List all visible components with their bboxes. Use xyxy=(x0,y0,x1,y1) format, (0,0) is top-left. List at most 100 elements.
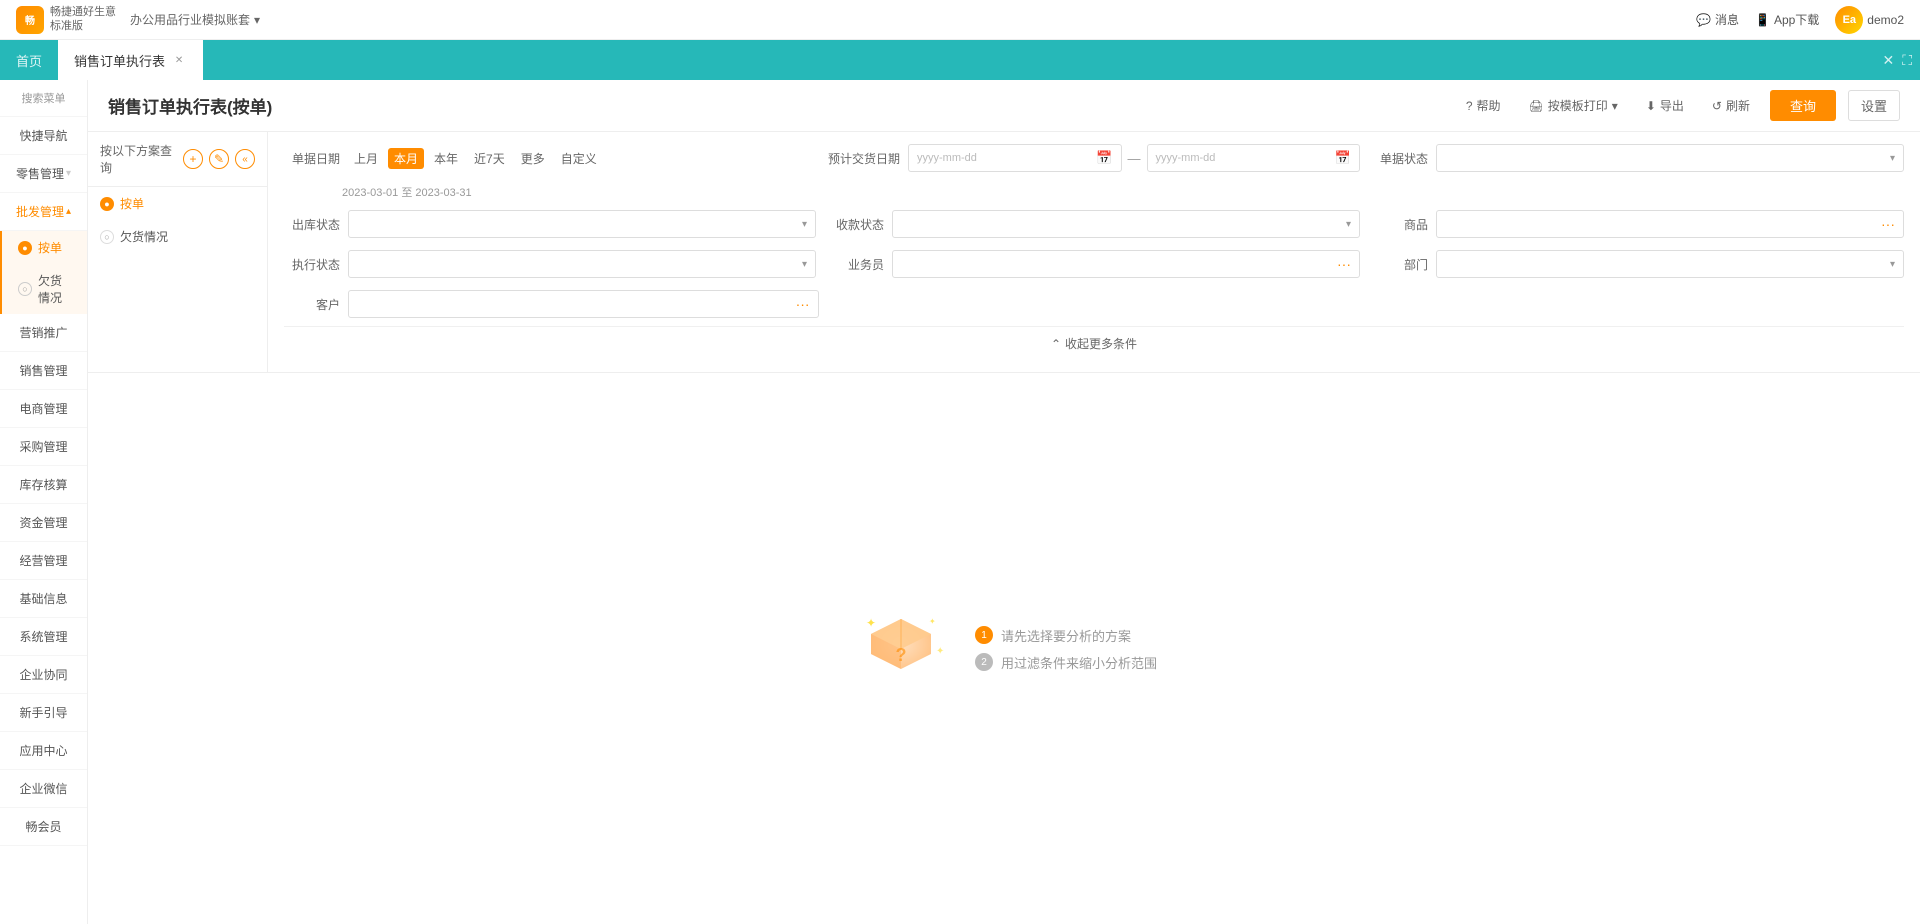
sidebar-item-system[interactable]: 系统管理 xyxy=(0,618,87,656)
print-caret-icon: ▾ xyxy=(1612,99,1618,113)
submenu-sales-order[interactable]: ● 按单 xyxy=(2,231,87,264)
top-header: 畅 畅捷通好生意 标准版 办公用品行业模拟账套 ▾ 💬 消息 📱 App下载 E… xyxy=(0,0,1920,40)
help-button[interactable]: ? 帮助 xyxy=(1458,93,1509,118)
message-icon: 💬 xyxy=(1696,13,1711,27)
collapse-button[interactable]: ⌃ 收起更多条件 xyxy=(1051,335,1137,352)
delivery-date-inputs: yyyy-mm-dd 📅 — yyyy-mm-dd 📅 xyxy=(908,144,1360,172)
date-tab-year[interactable]: 本年 xyxy=(428,148,464,169)
tab-sales-exec[interactable]: 销售订单执行表 ✕ xyxy=(58,40,203,80)
sidebar-item-retail[interactable]: 零售管理 ▾ xyxy=(0,155,87,193)
main-layout: 搜索菜单 快捷导航 零售管理 ▾ 批发管理 ▴ ● 按单 ○ 欠货情况 营销推广 xyxy=(0,80,1920,924)
sidebar-quick-nav[interactable]: 快捷导航 xyxy=(0,117,87,155)
brand-text: 畅捷通好生意 标准版 xyxy=(50,6,116,32)
window-close-icon[interactable]: ✕ xyxy=(1882,52,1894,69)
header-left: 畅 畅捷通好生意 标准版 办公用品行业模拟账套 ▾ xyxy=(16,6,266,34)
date-tab-7days[interactable]: 近7天 xyxy=(468,148,511,169)
customer-dots-icon[interactable]: ··· xyxy=(796,296,810,312)
tab-close-icon[interactable]: ✕ xyxy=(171,52,187,68)
salesperson-dots-icon[interactable]: ··· xyxy=(1337,256,1351,272)
message-action[interactable]: 💬 消息 xyxy=(1696,11,1739,28)
payment-status-select[interactable]: ▾ xyxy=(892,210,1360,238)
date-tab-current[interactable]: 本月 xyxy=(388,148,424,169)
delivery-date-label: 预计交货日期 xyxy=(828,150,900,167)
sidebar: 搜索菜单 快捷导航 零售管理 ▾ 批发管理 ▴ ● 按单 ○ 欠货情况 营销推广 xyxy=(0,80,88,924)
user-profile[interactable]: Ea demo2 xyxy=(1835,6,1904,34)
sidebar-item-marketing[interactable]: 营销推广 xyxy=(0,314,87,352)
window-maximize-icon[interactable]: ⛶ xyxy=(1902,52,1912,69)
date-cell-content: 上月 本月 本年 近7天 更多 自定义 xyxy=(348,148,816,169)
sidebar-item-operations[interactable]: 经营管理 xyxy=(0,542,87,580)
empty-text: 1 请先选择要分析的方案 2 用过滤条件来缩小分析范围 xyxy=(975,626,1157,672)
sidebar-item-corp-wechat[interactable]: 企业微信 xyxy=(0,770,87,808)
department-select[interactable]: ▾ xyxy=(1436,250,1904,278)
filter-cell-salesperson: 业务员 ··· xyxy=(828,250,1360,278)
sidebar-item-inventory[interactable]: 库存核算 xyxy=(0,466,87,504)
add-scheme-button[interactable]: + xyxy=(183,149,203,169)
left-panel: 按以下方案查询 + ✎ « ● 按单 ○ 欠货情况 xyxy=(88,132,268,372)
sidebar-item-enterprise[interactable]: 企业协同 xyxy=(0,656,87,694)
calendar-to-icon: 📅 xyxy=(1335,150,1351,166)
sidebar-item-sales-mgmt[interactable]: 销售管理 xyxy=(0,352,87,390)
salesperson-label: 业务员 xyxy=(828,256,884,273)
app-selector[interactable]: 办公用品行业模拟账套 ▾ xyxy=(124,9,266,30)
collapse-left-button[interactable]: « xyxy=(235,149,255,169)
query-button[interactable]: 查询 xyxy=(1770,90,1836,121)
payment-status-caret-icon: ▾ xyxy=(1346,219,1351,230)
empty-step-2: 2 用过滤条件来缩小分析范围 xyxy=(975,653,1157,672)
filter-cell-department: 部门 ▾ xyxy=(1372,250,1904,278)
download-icon: 📱 xyxy=(1755,13,1770,27)
sidebar-item-member[interactable]: 畅会员 xyxy=(0,808,87,846)
export-icon: ⬇ xyxy=(1646,99,1656,113)
scheme-item-欠货情况[interactable]: ○ 欠货情况 xyxy=(88,220,267,253)
refresh-icon: ↺ xyxy=(1712,99,1722,113)
customer-label: 客户 xyxy=(284,296,340,313)
sidebar-item-base-info[interactable]: 基础信息 xyxy=(0,580,87,618)
sidebar-item-ecommerce[interactable]: 电商管理 xyxy=(0,390,87,428)
sidebar-item-finance[interactable]: 资金管理 xyxy=(0,504,87,542)
calendar-from-icon: 📅 xyxy=(1096,150,1112,166)
date-range-text: 2023-03-01 至 2023-03-31 xyxy=(342,184,472,200)
sidebar-search[interactable]: 搜索菜单 xyxy=(0,80,87,117)
empty-illustration: ? ✦ ✦ ✦ xyxy=(851,599,951,699)
product-input[interactable]: ··· xyxy=(1436,210,1904,238)
settings-button[interactable]: 设置 xyxy=(1848,90,1900,121)
export-button[interactable]: ⬇ 导出 xyxy=(1638,93,1692,118)
sidebar-item-newbie[interactable]: 新手引导 xyxy=(0,694,87,732)
scheme-item-按单[interactable]: ● 按单 xyxy=(88,187,267,220)
tab-home[interactable]: 首页 xyxy=(0,40,58,80)
delivery-date-from[interactable]: yyyy-mm-dd 📅 xyxy=(908,144,1122,172)
exec-status-label: 执行状态 xyxy=(284,256,340,273)
step-2-circle: 2 xyxy=(975,653,993,671)
print-icon: 🖨 xyxy=(1529,99,1544,113)
sidebar-item-app-center[interactable]: 应用中心 xyxy=(0,732,87,770)
help-icon: ? xyxy=(1466,99,1473,113)
product-dots-icon[interactable]: ··· xyxy=(1881,216,1895,232)
filter-cell-delivery-status: 出库状态 ▾ xyxy=(284,210,816,238)
submenu-debt[interactable]: ○ 欠货情况 xyxy=(2,264,87,314)
exec-status-select[interactable]: ▾ xyxy=(348,250,816,278)
filter-row-3: 执行状态 ▾ 业务员 ··· xyxy=(284,250,1904,278)
header-right: 💬 消息 📱 App下载 Ea demo2 xyxy=(1696,6,1904,34)
date-tab-custom[interactable]: 自定义 xyxy=(555,148,603,169)
sidebar-item-purchase[interactable]: 采购管理 xyxy=(0,428,87,466)
date-tabs: 上月 本月 本年 近7天 更多 自定义 xyxy=(348,148,603,169)
sidebar-item-wholesale[interactable]: 批发管理 ▴ xyxy=(0,193,87,231)
date-tab-more[interactable]: 更多 xyxy=(515,148,551,169)
customer-input[interactable]: ··· xyxy=(348,290,819,318)
svg-text:✦: ✦ xyxy=(866,616,876,630)
order-status-select[interactable]: ▾ xyxy=(1436,144,1904,172)
delivery-date-to[interactable]: yyyy-mm-dd 📅 xyxy=(1147,144,1361,172)
inactive-dot-icon: ○ xyxy=(18,282,32,296)
tab-actions: ✕ ⛶ xyxy=(1882,52,1920,69)
salesperson-input[interactable]: ··· xyxy=(892,250,1360,278)
payment-status-label: 收款状态 xyxy=(828,216,884,233)
date-tab-prev[interactable]: 上月 xyxy=(348,148,384,169)
refresh-button[interactable]: ↺ 刷新 xyxy=(1704,93,1758,118)
edit-scheme-button[interactable]: ✎ xyxy=(209,149,229,169)
collapse-icon: ⌃ xyxy=(1051,337,1061,351)
svg-text:?: ? xyxy=(895,645,906,665)
delivery-status-select[interactable]: ▾ xyxy=(348,210,816,238)
brand-logo: 畅 畅捷通好生意 标准版 xyxy=(16,6,116,34)
print-button[interactable]: 🖨 按模板打印 ▾ xyxy=(1521,93,1626,118)
app-download-action[interactable]: 📱 App下载 xyxy=(1755,11,1819,28)
